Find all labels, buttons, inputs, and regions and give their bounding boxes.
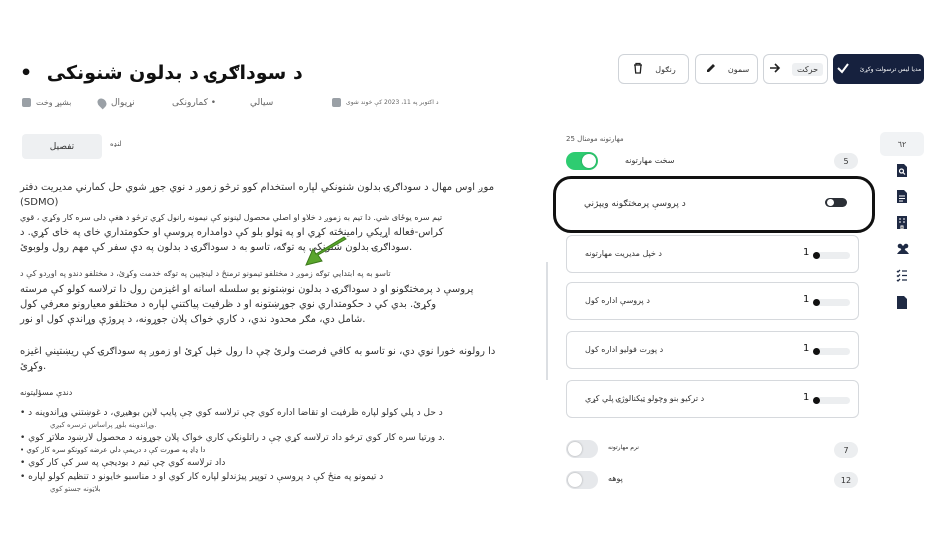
edit-button-label: سمون — [727, 64, 750, 74]
hard-skills-count: 5 — [834, 153, 858, 169]
soft-skills-toggle[interactable] — [566, 440, 598, 458]
delete-button-label: رنګول — [655, 64, 676, 74]
skill-card-value: 1 — [803, 247, 810, 258]
desc-line: موږ اوس مهال د سوداګرۍ بدلون شنونکي لپار… — [20, 182, 495, 208]
briefcase-icon — [22, 98, 31, 107]
skill-card-value: 1 — [803, 343, 810, 354]
responsibilities-list: • د حل د پلي کولو لپاره ظرفیت او تقاضا ا… — [20, 406, 530, 495]
skill-card[interactable]: د پورت فولیو اداره کول 1 — [566, 331, 859, 369]
list-item-text: • د حل د پلي کولو لپاره ظرفیت او تقاضا ا… — [20, 408, 443, 418]
skill-card-label: د خپل مدیریت مهارتونه — [585, 249, 662, 258]
edit-button[interactable]: سمون — [695, 54, 758, 84]
meta-date-text: د اکتوبر په 11، 2023 کې خوند شوی — [346, 99, 439, 106]
move-button[interactable]: حرکت — [763, 54, 828, 84]
highlighted-skill-label: د پروسې پرمختګونه ویپژني — [584, 199, 686, 209]
skill-card[interactable]: د خپل مدیریت مهارتونه 1 — [566, 235, 859, 273]
list-item-text: • داد ترلاسه کوي چې تیم د بودیجې په سر ک… — [20, 458, 226, 468]
page-title: • د سوداګرۍ د بدلون شنونکی — [20, 62, 303, 84]
skill-card-value: 1 — [803, 392, 810, 403]
knowledge-label: پوهه — [608, 474, 623, 483]
list-item: • دا ډاډ په صورت کې د دريمې دلي عرضه کوو… — [20, 445, 530, 456]
soft-skills-label: نرم مهارتونه — [608, 444, 639, 451]
meta-type-text: سیالي — [250, 98, 274, 108]
list-item: • د حل د پلي کولو لپاره ظرفیت او تقاضا ا… — [20, 406, 530, 431]
skill-level-slider[interactable] — [813, 348, 850, 355]
skill-card-label: د پورت فولیو اداره کول — [585, 345, 664, 354]
description-paragraph-1: موږ اوس مهال د سوداګرۍ بدلون شنونکي لپار… — [20, 180, 530, 255]
list-item-subtext: وړاندوینه بلوړ پراساس ترسره کیږي. — [50, 421, 157, 429]
list-item: • د ورتیا سره کار کوي ترڅو داد ترلاسه کړ… — [20, 431, 530, 445]
tab-summary[interactable]: لنډه — [110, 140, 122, 148]
checklist-icon[interactable] — [896, 269, 908, 282]
list-item-text: • د تیمونو په منځ کې د پروسې د توپیر پیژ… — [20, 472, 384, 482]
desc-line: شامل دي، مګر محدود ندي، د کاري خواک پلان… — [20, 314, 366, 325]
desc-line: دا رولونه خورا نوي دي، نو تاسو به کافي ف… — [20, 346, 496, 357]
check-icon — [836, 61, 850, 77]
meta-location-text: نړیوال — [111, 98, 135, 108]
list-item-text: • دا ډاډ په صورت کې د دريمې دلي عرضه کوو… — [20, 446, 206, 454]
skill-level-slider[interactable] — [813, 299, 850, 306]
meta-category: کمارونکی • — [172, 98, 216, 108]
document-search-icon[interactable] — [896, 164, 908, 177]
meta-category-text: کمارونکی • — [172, 98, 217, 108]
highlighted-skill-toggle[interactable] — [825, 198, 847, 207]
skill-level-slider[interactable] — [813, 397, 850, 404]
location-pin-icon — [95, 96, 109, 110]
title-bullet: • — [20, 62, 33, 84]
skill-card[interactable]: د ترکیو بنو وچولو ټیکنالوژۍ پلي کړي 1 — [566, 380, 859, 418]
list-item: • داد ترلاسه کوي چې تیم د بودیجې په سر ک… — [20, 456, 530, 470]
save-button-label: مدیا لیس ترسولت وکړئ — [859, 65, 922, 73]
meta-time-text: بشپړ وخت — [36, 98, 72, 107]
knowledge-count: 12 — [834, 472, 858, 488]
file-icon[interactable] — [896, 296, 908, 309]
meta-date: د اکتوبر په 11، 2023 کې خوند شوی — [332, 98, 439, 107]
calendar-icon — [332, 98, 341, 107]
skill-card-label: د ترکیو بنو وچولو ټیکنالوژۍ پلي کړي — [585, 394, 705, 403]
desc-line: وکړئ. بدي کي د حکومتداري نوي جوړښتونه او… — [20, 299, 437, 310]
move-button-label: حرکت — [791, 62, 824, 76]
skill-card-label: د پروسې اداره کول — [585, 296, 650, 305]
soft-skills-count: 7 — [834, 442, 858, 458]
title-text: د سوداګرۍ د بدلون شنونکی — [46, 62, 303, 84]
trash-icon — [631, 61, 645, 77]
skill-card-value: 1 — [803, 294, 810, 305]
tab-details[interactable]: تفصیل — [22, 134, 102, 159]
description-paragraph-2: پروسې د پرمختګونو او د سوداګرۍ د بدلون ن… — [20, 282, 530, 327]
list-item-subtext: بلاټونه جستو کوي — [50, 485, 101, 493]
building-icon[interactable] — [896, 216, 908, 229]
desc-line: پروسې د پرمختګونو او د سوداګرۍ د بدلون ن… — [20, 284, 474, 295]
green-arrow-icon — [305, 236, 347, 266]
hard-skills-toggle[interactable] — [566, 152, 598, 170]
knowledge-toggle[interactable] — [566, 471, 598, 489]
description-paragraph-3: دا رولونه خورا نوي دي، نو تاسو به کافي ف… — [20, 344, 530, 374]
list-item: • د تیمونو په منځ کې د پروسې د توپیر پیژ… — [20, 470, 530, 495]
save-button[interactable]: مدیا لیس ترسولت وکړئ — [833, 54, 924, 84]
rail-count-badge: ٦٢ — [880, 132, 924, 156]
meta-type: سیالي — [250, 98, 273, 108]
arrow-right-icon — [768, 61, 782, 77]
desc-line: کراس-فعاله اړیکي رامینځته کړي او په ټولو… — [20, 227, 444, 238]
pencil-icon — [704, 61, 718, 77]
list-item-text: • د ورتیا سره کار کوي ترڅو داد ترلاسه کړ… — [20, 433, 445, 443]
meta-location: نړیوال — [95, 96, 135, 110]
delete-button[interactable]: رنګول — [618, 54, 689, 84]
responsibilities-title: دندې مسؤلیتونه — [20, 388, 73, 397]
desc-line: تیم سره یوځای شي. دا تیم به زموږ د خلاو … — [20, 213, 443, 222]
document-icon[interactable] — [896, 190, 908, 203]
scrollbar[interactable] — [546, 262, 548, 380]
desc-line: وکړئ. — [20, 361, 47, 372]
skill-level-slider[interactable] — [813, 252, 850, 259]
skill-card[interactable]: د پروسې اداره کول 1 — [566, 282, 859, 320]
description-paragraph-2-intro: تاسو به په ابتدایي توګه زموږ د مختلفو تی… — [20, 269, 391, 278]
hard-skills-label: سخت مهارتونه — [625, 156, 675, 165]
meta-time: بشپړ وخت — [22, 98, 71, 107]
skills-heading: 25 مهارتونه مومنال — [566, 135, 624, 143]
people-icon[interactable] — [896, 242, 910, 255]
desc-line: سوداګرۍ بدلون شنونکي په توګه، تاسو به د … — [20, 242, 413, 253]
